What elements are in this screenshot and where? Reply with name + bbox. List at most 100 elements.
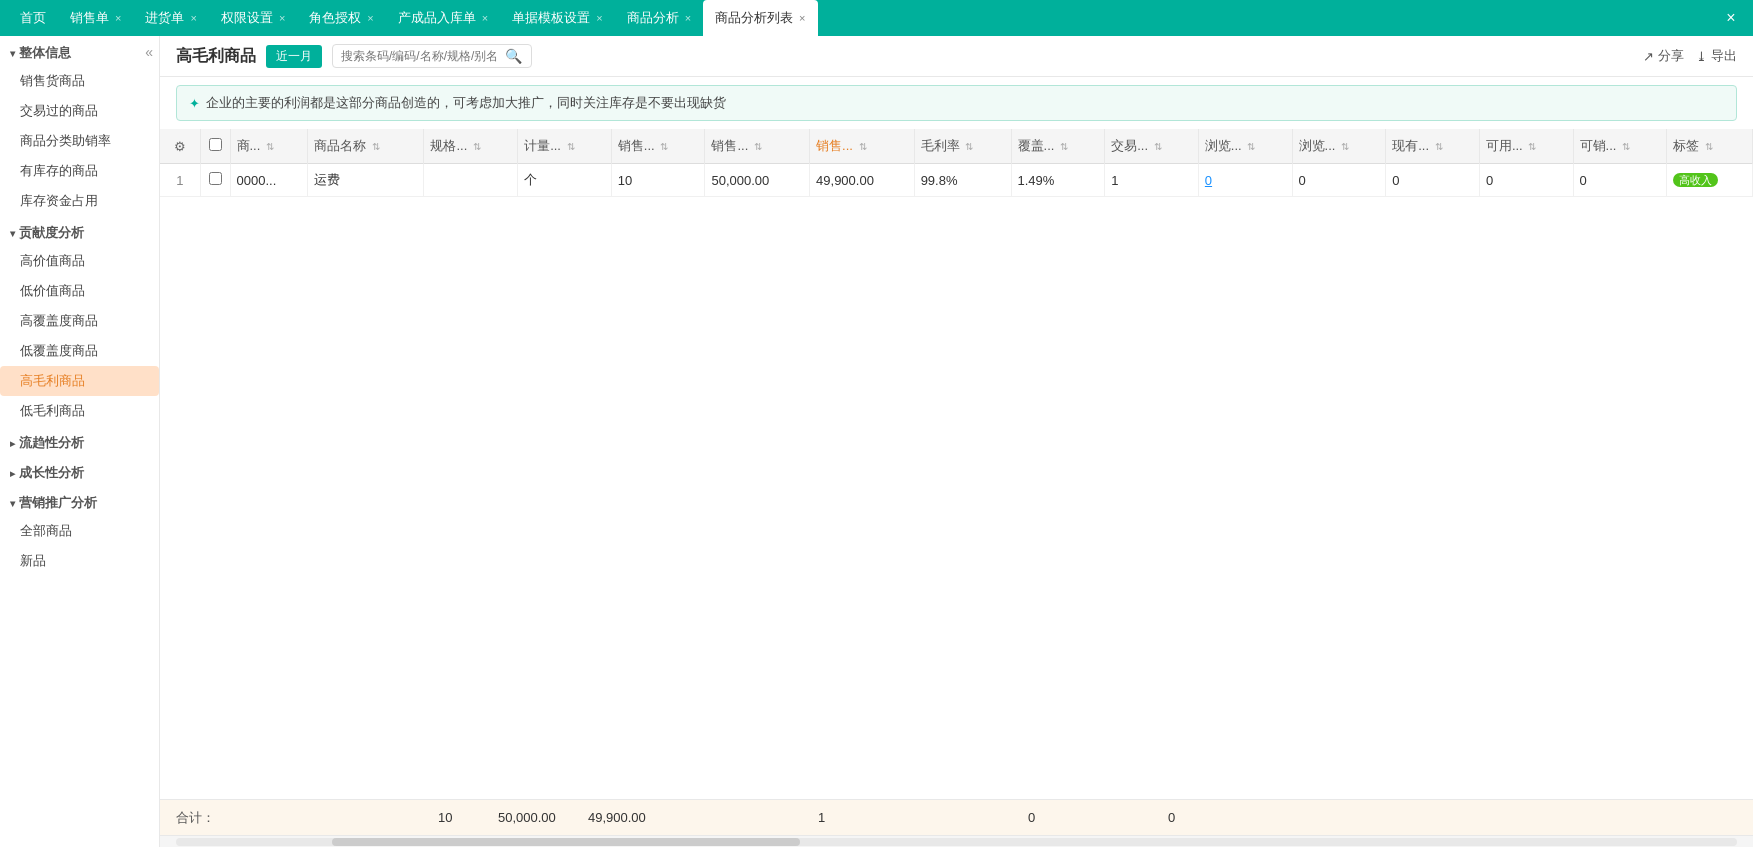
footer-current: 0 — [1022, 810, 1092, 825]
cell-sale-profit: 49,900.00 — [810, 164, 915, 197]
nav-close-product-inbound[interactable]: × — [482, 12, 488, 24]
period-button[interactable]: 近一月 — [266, 45, 322, 68]
nav-product-inbound[interactable]: 产成品入库单 × — [386, 0, 500, 36]
table-wrapper: ⚙ 商... ⇅ 商品名称 ⇅ 规格... ⇅ 计量... ⇅ 销售... ⇅ … — [160, 129, 1753, 799]
data-table: ⚙ 商... ⇅ 商品名称 ⇅ 规格... ⇅ 计量... ⇅ 销售... ⇅ … — [160, 129, 1753, 197]
col-view2[interactable]: 浏览... ⇅ — [1292, 129, 1386, 164]
table-row: 1 0000... 运费 个 10 50,000.00 49,900.00 99… — [160, 164, 1753, 197]
col-trade[interactable]: 交易... ⇅ — [1105, 129, 1199, 164]
content-area: 高毛利商品 近一月 🔍 ↗ 分享 ⤓ 导出 ✦ 企业的主要的利润都是这部分商品创… — [160, 36, 1753, 847]
sidebar-item-new-goods[interactable]: 新品 — [0, 546, 159, 576]
nav-purchase-order[interactable]: 进货单 × — [133, 0, 208, 36]
col-current[interactable]: 现有... ⇅ — [1386, 129, 1480, 164]
tag-badge: 高收入 — [1673, 173, 1718, 187]
nav-close-permission[interactable]: × — [279, 12, 285, 24]
nav-close-product-analysis-list[interactable]: × — [799, 12, 805, 24]
col-saleable[interactable]: 可销... ⇅ — [1573, 129, 1667, 164]
chevron-down-icon-3: ▾ — [10, 498, 15, 509]
info-banner: ✦ 企业的主要的利润都是这部分商品创造的，可考虑加大推广，同时关注库存是不要出现… — [176, 85, 1737, 121]
nav-home[interactable]: 首页 — [8, 0, 58, 36]
footer-sale-amt: 50,000.00 — [492, 810, 582, 825]
nav-role-auth[interactable]: 角色授权 × — [297, 0, 385, 36]
cell-index: 1 — [160, 164, 200, 197]
col-sale-profit[interactable]: 销售... ⇅ — [810, 129, 915, 164]
search-input[interactable] — [341, 49, 501, 63]
footer-saleable: 0 — [1162, 810, 1232, 825]
window-close-button[interactable]: × — [1717, 4, 1745, 32]
footer-trade: 1 — [812, 810, 882, 825]
cell-current: 0 — [1386, 164, 1480, 197]
main-layout: « ▾ 整体信息 销售货商品 交易过的商品 商品分类助销率 有库存的商品 库存资… — [0, 36, 1753, 847]
sidebar-item-all-goods[interactable]: 全部商品 — [0, 516, 159, 546]
nav-permission-settings[interactable]: 权限设置 × — [209, 0, 297, 36]
col-settings[interactable]: ⚙ — [160, 129, 200, 164]
sidebar-item-low-margin[interactable]: 低毛利商品 — [0, 396, 159, 426]
sidebar-item-high-coverage[interactable]: 高覆盖度商品 — [0, 306, 159, 336]
select-all-checkbox[interactable] — [209, 138, 222, 151]
col-coverage[interactable]: 覆盖... ⇅ — [1011, 129, 1105, 164]
cell-saleable: 0 — [1573, 164, 1667, 197]
sidebar-item-low-coverage[interactable]: 低覆盖度商品 — [0, 336, 159, 366]
nav-close-role-auth[interactable]: × — [367, 12, 373, 24]
col-unit[interactable]: 计量... ⇅ — [518, 129, 612, 164]
cell-available: 0 — [1479, 164, 1573, 197]
sidebar-item-category-rate[interactable]: 商品分类助销率 — [0, 126, 159, 156]
sidebar-section-overall[interactable]: ▾ 整体信息 — [0, 36, 159, 66]
cell-gross-rate: 99.8% — [914, 164, 1011, 197]
top-navigation: 首页 销售单 × 进货单 × 权限设置 × 角色授权 × 产成品入库单 × 单据… — [0, 0, 1753, 36]
nav-close-template[interactable]: × — [596, 12, 602, 24]
col-tag[interactable]: 标签 ⇅ — [1667, 129, 1753, 164]
scrollbar-thumb[interactable] — [332, 838, 800, 846]
sidebar-collapse-button[interactable]: « — [145, 44, 153, 60]
sidebar-item-sales-goods[interactable]: 销售货商品 — [0, 66, 159, 96]
col-name[interactable]: 商品名称 ⇅ — [308, 129, 424, 164]
footer-totals: 合计： 10 50,000.00 49,900.00 1 0 0 — [160, 799, 1753, 835]
nav-product-analysis-list[interactable]: 商品分析列表 × — [703, 0, 817, 36]
sidebar-item-inventory-capital[interactable]: 库存资金占用 — [0, 186, 159, 216]
sidebar-item-traded-goods[interactable]: 交易过的商品 — [0, 96, 159, 126]
col-sale-amt[interactable]: 销售... ⇅ — [705, 129, 810, 164]
sidebar-section-trend[interactable]: ▸ 流趋性分析 — [0, 426, 159, 456]
footer-sale-profit: 49,900.00 — [582, 810, 672, 825]
cell-checkbox[interactable] — [200, 164, 230, 197]
horizontal-scrollbar[interactable] — [160, 835, 1753, 847]
nav-template-settings[interactable]: 单据模板设置 × — [500, 0, 614, 36]
cell-tag: 高收入 — [1667, 164, 1753, 197]
col-available[interactable]: 可用... ⇅ — [1479, 129, 1573, 164]
cell-spec — [424, 164, 518, 197]
sidebar-item-low-value[interactable]: 低价值商品 — [0, 276, 159, 306]
cell-coverage: 1.49% — [1011, 164, 1105, 197]
sidebar-section-marketing[interactable]: ▾ 营销推广分析 — [0, 486, 159, 516]
page-title: 高毛利商品 — [176, 46, 256, 67]
share-button[interactable]: ↗ 分享 — [1643, 47, 1684, 65]
nav-product-analysis[interactable]: 商品分析 × — [615, 0, 703, 36]
scrollbar-track[interactable] — [176, 838, 1737, 846]
search-icon[interactable]: 🔍 — [505, 48, 522, 64]
row-checkbox[interactable] — [209, 172, 222, 185]
col-spec[interactable]: 规格... ⇅ — [424, 129, 518, 164]
nav-close-sales-order[interactable]: × — [115, 12, 121, 24]
search-box: 🔍 — [332, 44, 532, 68]
sidebar-item-in-stock-goods[interactable]: 有库存的商品 — [0, 156, 159, 186]
col-code[interactable]: 商... ⇅ — [230, 129, 308, 164]
sidebar-item-high-margin[interactable]: 高毛利商品 — [0, 366, 159, 396]
col-view1[interactable]: 浏览... ⇅ — [1198, 129, 1292, 164]
col-gross-rate[interactable]: 毛利率 ⇅ — [914, 129, 1011, 164]
content-header: 高毛利商品 近一月 🔍 ↗ 分享 ⤓ 导出 — [160, 36, 1753, 77]
cell-view1[interactable]: 0 — [1198, 164, 1292, 197]
nav-close-purchase-order[interactable]: × — [190, 12, 196, 24]
nav-sales-order[interactable]: 销售单 × — [58, 0, 133, 36]
chevron-right-icon-2: ▸ — [10, 468, 15, 479]
sidebar-section-growth[interactable]: ▸ 成长性分析 — [0, 456, 159, 486]
cell-sale-qty: 10 — [611, 164, 705, 197]
total-label: 合计： — [176, 809, 216, 827]
col-checkbox[interactable] — [200, 129, 230, 164]
sidebar-item-high-value[interactable]: 高价值商品 — [0, 246, 159, 276]
nav-close-product-analysis[interactable]: × — [685, 12, 691, 24]
chevron-down-icon-2: ▾ — [10, 228, 15, 239]
sidebar-section-contribution[interactable]: ▾ 贡献度分析 — [0, 216, 159, 246]
export-button[interactable]: ⤓ 导出 — [1696, 47, 1737, 65]
cell-name: 运费 — [308, 164, 424, 197]
cell-code: 0000... — [230, 164, 308, 197]
col-sale-qty[interactable]: 销售... ⇅ — [611, 129, 705, 164]
